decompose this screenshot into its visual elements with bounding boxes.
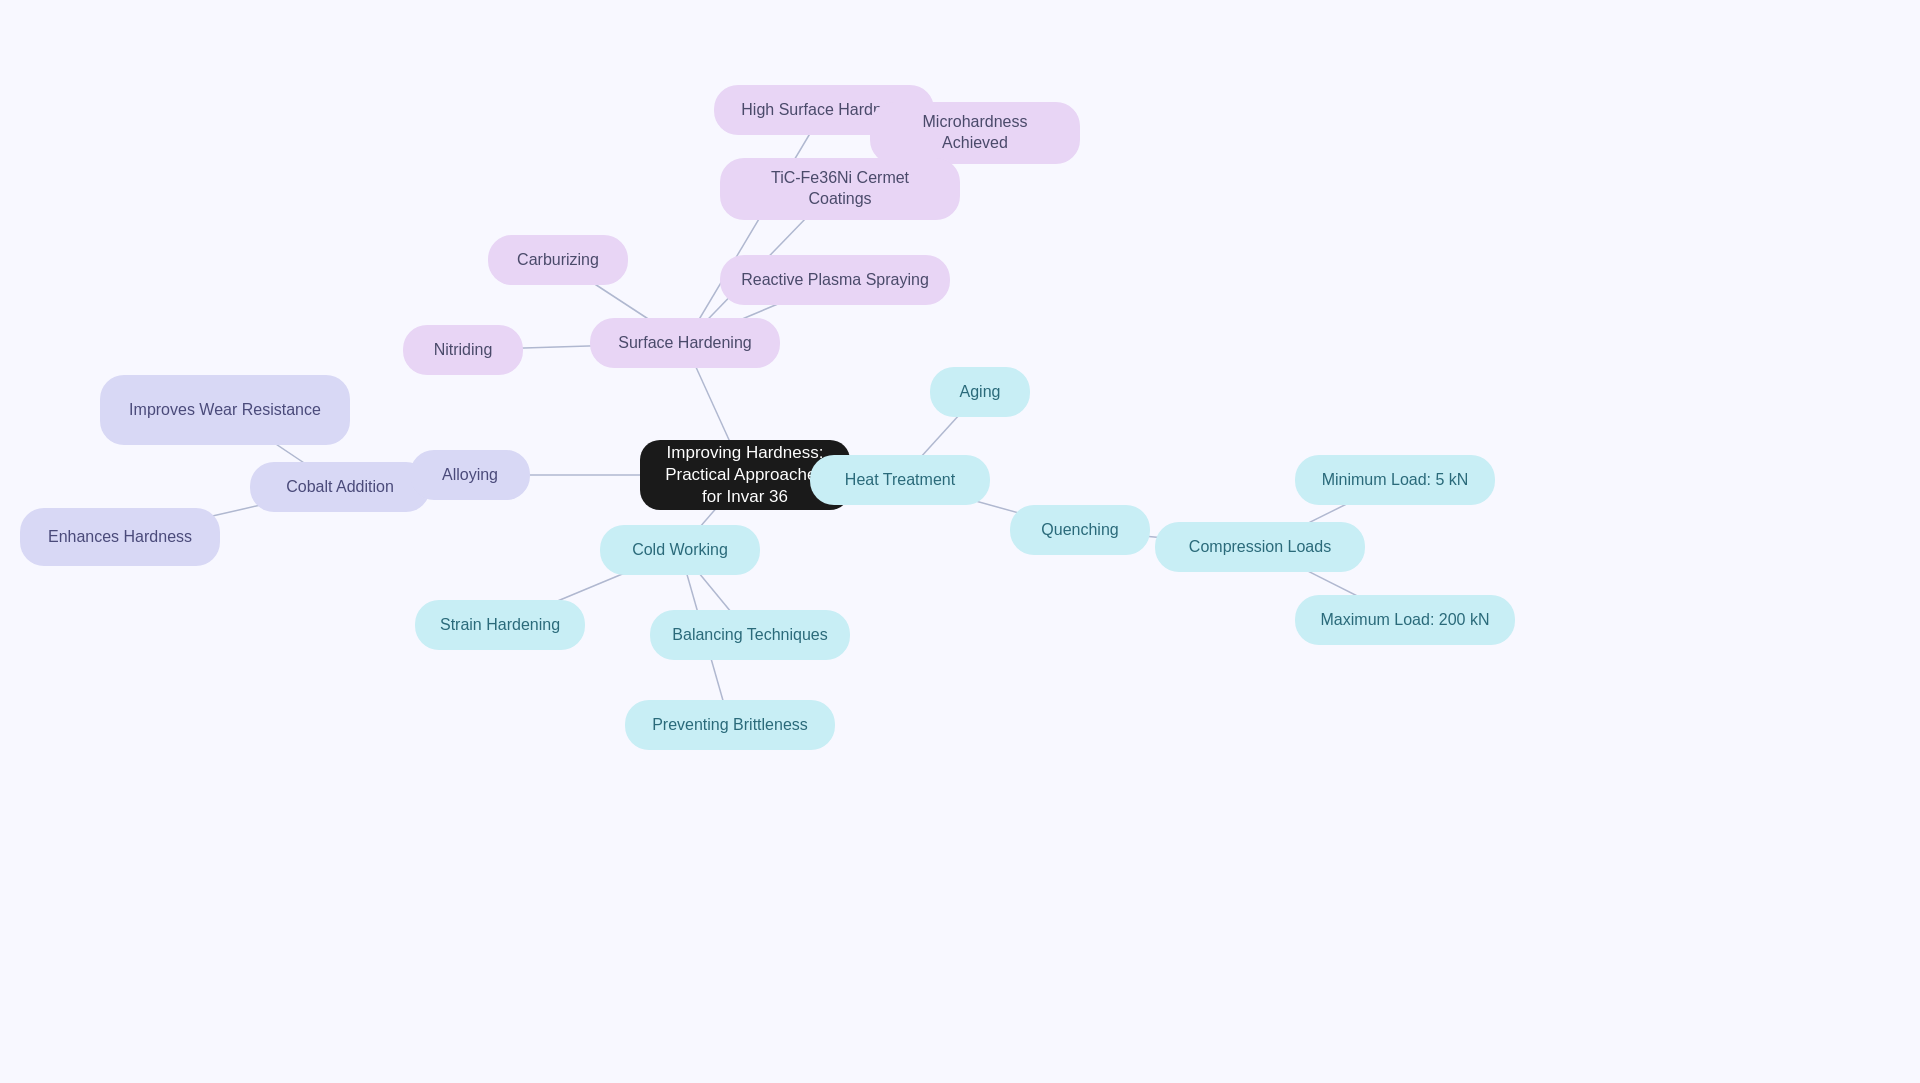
aging-node[interactable]: Aging: [930, 367, 1030, 417]
tic-fe36ni-node[interactable]: TiC-Fe36Ni Cermet Coatings: [720, 158, 960, 220]
preventing-brittleness-node[interactable]: Preventing Brittleness: [625, 700, 835, 750]
reactive-plasma-node[interactable]: Reactive Plasma Spraying: [720, 255, 950, 305]
svg-line-4: [685, 110, 824, 343]
minimum-load-node[interactable]: Minimum Load: 5 kN: [1295, 455, 1495, 505]
compression-loads-node[interactable]: Compression Loads: [1155, 522, 1365, 572]
strain-hardening-node[interactable]: Strain Hardening: [415, 600, 585, 650]
improves-wear-node[interactable]: Improves Wear Resistance: [100, 375, 350, 445]
alloying-node[interactable]: Alloying: [410, 450, 530, 500]
quenching-node[interactable]: Quenching: [1010, 505, 1150, 555]
cold-working-node[interactable]: Cold Working: [600, 525, 760, 575]
surface-hardening-node[interactable]: Surface Hardening: [590, 318, 780, 368]
heat-treatment-node[interactable]: Heat Treatment: [810, 455, 990, 505]
nitriding-node[interactable]: Nitriding: [403, 325, 523, 375]
microhardness-achieved-node[interactable]: Microhardness Achieved: [870, 102, 1080, 164]
enhances-hardness-node[interactable]: Enhances Hardness: [20, 508, 220, 566]
cobalt-addition-node[interactable]: Cobalt Addition: [250, 462, 430, 512]
balancing-techniques-node[interactable]: Balancing Techniques: [650, 610, 850, 660]
carburizing-node[interactable]: Carburizing: [488, 235, 628, 285]
maximum-load-node[interactable]: Maximum Load: 200 kN: [1295, 595, 1515, 645]
